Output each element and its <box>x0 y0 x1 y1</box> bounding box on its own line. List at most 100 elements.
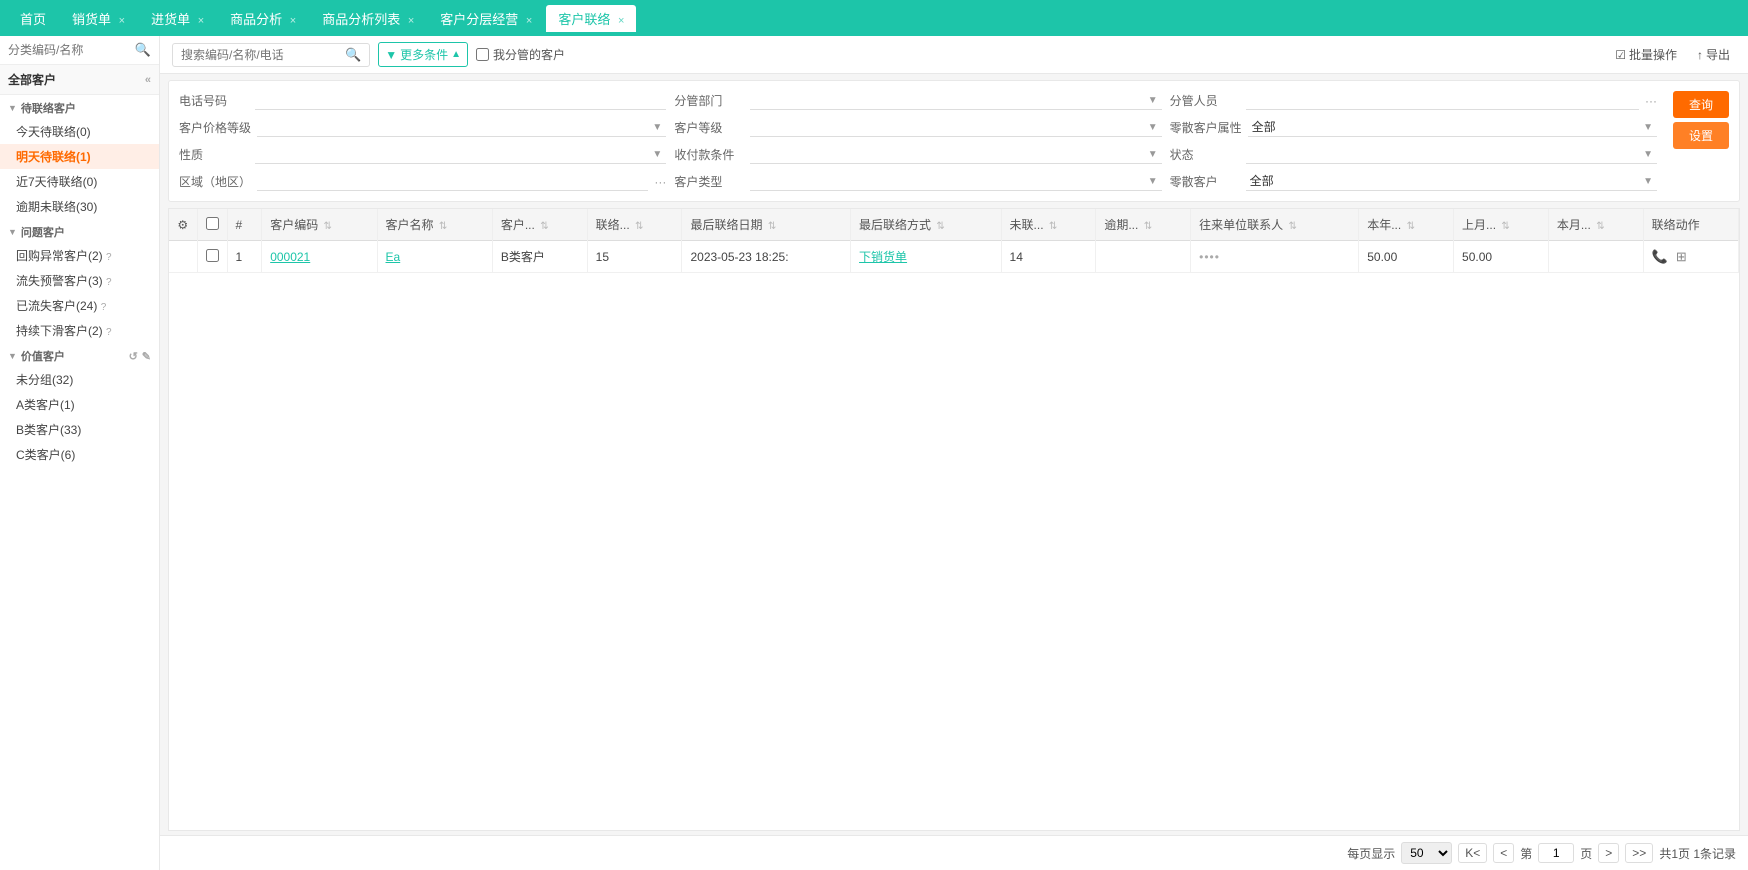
phone-icon[interactable]: 📞 <box>1652 249 1668 265</box>
close-icon[interactable]: × <box>119 15 125 27</box>
col-unit-contact[interactable]: 往来单位联系人 ⇅ <box>1191 209 1359 241</box>
customer-grade-label: 客户等级 <box>674 119 744 136</box>
sidebar-item-churn-warning[interactable]: 流失预警客户(3) ? <box>0 268 159 293</box>
filter-row-1: 电话号码 分管部门 ▼ 分管人员 <box>179 91 1657 110</box>
row-last-month: 50.00 <box>1454 241 1549 273</box>
close-icon[interactable]: × <box>198 15 204 27</box>
more-icon[interactable]: ··· <box>1645 94 1657 108</box>
filter-label: 更多条件 <box>400 46 448 63</box>
next-page-button[interactable]: > <box>1598 843 1619 863</box>
close-icon[interactable]: × <box>526 15 532 27</box>
action-icons: 📞 ⊞ <box>1652 249 1730 265</box>
col-contact-count[interactable]: 联络... ⇅ <box>587 209 682 241</box>
manager-label: 分管人员 <box>1170 92 1240 109</box>
phone-input[interactable] <box>255 91 666 110</box>
col-code[interactable]: 客户编码 ⇅ <box>262 209 377 241</box>
export-button[interactable]: ↑ 导出 <box>1691 43 1736 66</box>
query-button[interactable]: 查询 <box>1673 91 1729 118</box>
group-title: 价值客户 <box>21 348 65 364</box>
row-code[interactable]: 000021 <box>262 241 377 273</box>
sidebar-item-class-b[interactable]: B类客户(33) <box>0 417 159 442</box>
all-customers-label: 全部客户 <box>8 71 56 88</box>
nav-purchase-order[interactable]: 进货单 × <box>139 5 216 32</box>
sidebar-item-class-a[interactable]: A类客户(1) <box>0 392 159 417</box>
first-page-button[interactable]: K< <box>1458 843 1487 863</box>
filter-region: 区域（地区） ··· <box>179 172 666 191</box>
batch-operation-button[interactable]: ☑ 批量操作 <box>1609 43 1683 66</box>
region-input[interactable] <box>257 172 648 191</box>
col-this-year[interactable]: 本年... ⇅ <box>1359 209 1454 241</box>
payment-terms-select[interactable] <box>750 145 1161 163</box>
value-group-icon2[interactable]: ✎ <box>142 350 151 363</box>
sidebar-item-class-c[interactable]: C类客户(6) <box>0 442 159 467</box>
col-settings[interactable]: ⚙ <box>169 209 197 241</box>
nav-customer-contact[interactable]: 客户联络 × <box>546 5 636 32</box>
last-page-button[interactable]: >> <box>1625 843 1653 863</box>
manager-input[interactable] <box>1246 91 1639 110</box>
my-customers-checkbox-label[interactable]: 我分管的客户 <box>476 46 565 63</box>
close-icon[interactable]: × <box>290 15 296 27</box>
col-last-contact-date[interactable]: 最后联络日期 ⇅ <box>682 209 851 241</box>
region-label: 区域（地区） <box>179 173 251 190</box>
customer-grade-select[interactable] <box>750 118 1161 136</box>
search-icon[interactable]: 🔍 <box>135 42 151 58</box>
department-label: 分管部门 <box>674 92 744 109</box>
col-this-month[interactable]: 本月... ⇅ <box>1548 209 1643 241</box>
sidebar-item-tomorrow-contact[interactable]: 明天待联络(1) <box>0 144 159 169</box>
sidebar-item-ungrouped[interactable]: 未分组(32) <box>0 367 159 392</box>
prev-page-button[interactable]: < <box>1493 843 1514 863</box>
col-overdue[interactable]: 逾期... ⇅ <box>1096 209 1191 241</box>
row-checkbox-cell[interactable] <box>197 241 227 273</box>
nature-select[interactable] <box>255 145 666 163</box>
toolbar: 🔍 ▼ 更多条件 ▲ 我分管的客户 ☑ 批量操作 ↑ 导出 <box>160 36 1748 74</box>
nav-customer-stratification[interactable]: 客户分层经营 × <box>428 5 544 32</box>
col-type[interactable]: 客户... ⇅ <box>492 209 587 241</box>
close-icon[interactable]: × <box>408 15 414 27</box>
col-last-contact-method[interactable]: 最后联络方式 ⇅ <box>851 209 1001 241</box>
value-group-icon1[interactable]: ↺ <box>129 350 138 363</box>
col-name[interactable]: 客户名称 ⇅ <box>377 209 492 241</box>
nav-product-analysis[interactable]: 商品分析 × <box>218 5 308 32</box>
nature-label: 性质 <box>179 146 249 163</box>
content-area: 🔍 ▼ 更多条件 ▲ 我分管的客户 ☑ 批量操作 ↑ 导出 <box>160 36 1748 870</box>
col-last-month[interactable]: 上月... ⇅ <box>1454 209 1549 241</box>
customer-type-select[interactable] <box>750 172 1161 190</box>
sidebar-item-churned[interactable]: 已流失客户(24) ? <box>0 293 159 318</box>
main-search-input[interactable] <box>181 48 341 62</box>
retail-attr-select[interactable]: 全部 <box>1248 118 1657 136</box>
sort-icon: ⇅ <box>1144 221 1152 232</box>
row-checkbox[interactable] <box>206 249 219 262</box>
sidebar-item-today-contact[interactable]: 今天待联络(0) <box>0 119 159 144</box>
close-icon[interactable]: × <box>618 15 624 27</box>
sidebar-item-declining[interactable]: 持续下滑客户(2) ? <box>0 318 159 343</box>
settings-button[interactable]: 设置 <box>1673 122 1729 149</box>
select-all-checkbox[interactable] <box>206 217 219 230</box>
nav-sales-order[interactable]: 销货单 × <box>60 5 137 32</box>
all-customers-header[interactable]: 全部客户 « <box>0 65 159 95</box>
search-icon[interactable]: 🔍 <box>345 47 361 63</box>
sidebar-item-overdue-contact[interactable]: 逾期未联络(30) <box>0 194 159 219</box>
row-name[interactable]: Ea <box>377 241 492 273</box>
row-last-contact-method[interactable]: 下销货单 <box>851 241 1001 273</box>
col-seq: # <box>227 209 262 241</box>
nav-home[interactable]: 首页 <box>8 5 58 32</box>
retail-customer-select[interactable]: 全部 <box>1246 172 1657 190</box>
collapse-icon[interactable]: « <box>145 74 151 86</box>
sidebar-search-bar[interactable]: 🔍 <box>0 36 159 65</box>
page-number-input[interactable] <box>1538 843 1574 863</box>
search-box[interactable]: 🔍 <box>172 43 370 67</box>
sidebar-item-7days-contact[interactable]: 近7天待联络(0) <box>0 169 159 194</box>
more-icon[interactable]: ··· <box>654 175 666 189</box>
col-uncontacted[interactable]: 未联... ⇅ <box>1001 209 1096 241</box>
sidebar-item-abnormal-repurchase[interactable]: 回购异常客户(2) ? <box>0 243 159 268</box>
status-select[interactable] <box>1246 145 1657 163</box>
per-page-select[interactable]: 50 100 200 <box>1401 842 1452 864</box>
sidebar-search-input[interactable] <box>8 43 131 57</box>
my-customers-checkbox[interactable] <box>476 48 489 61</box>
filter-row-3: 性质 ▼ 收付款条件 ▼ <box>179 145 1657 164</box>
department-select[interactable] <box>750 91 1161 109</box>
price-level-select[interactable] <box>257 118 666 136</box>
grid-icon[interactable]: ⊞ <box>1676 249 1687 265</box>
nav-product-analysis-list[interactable]: 商品分析列表 × <box>310 5 426 32</box>
more-filter-button[interactable]: ▼ 更多条件 ▲ <box>378 42 468 67</box>
